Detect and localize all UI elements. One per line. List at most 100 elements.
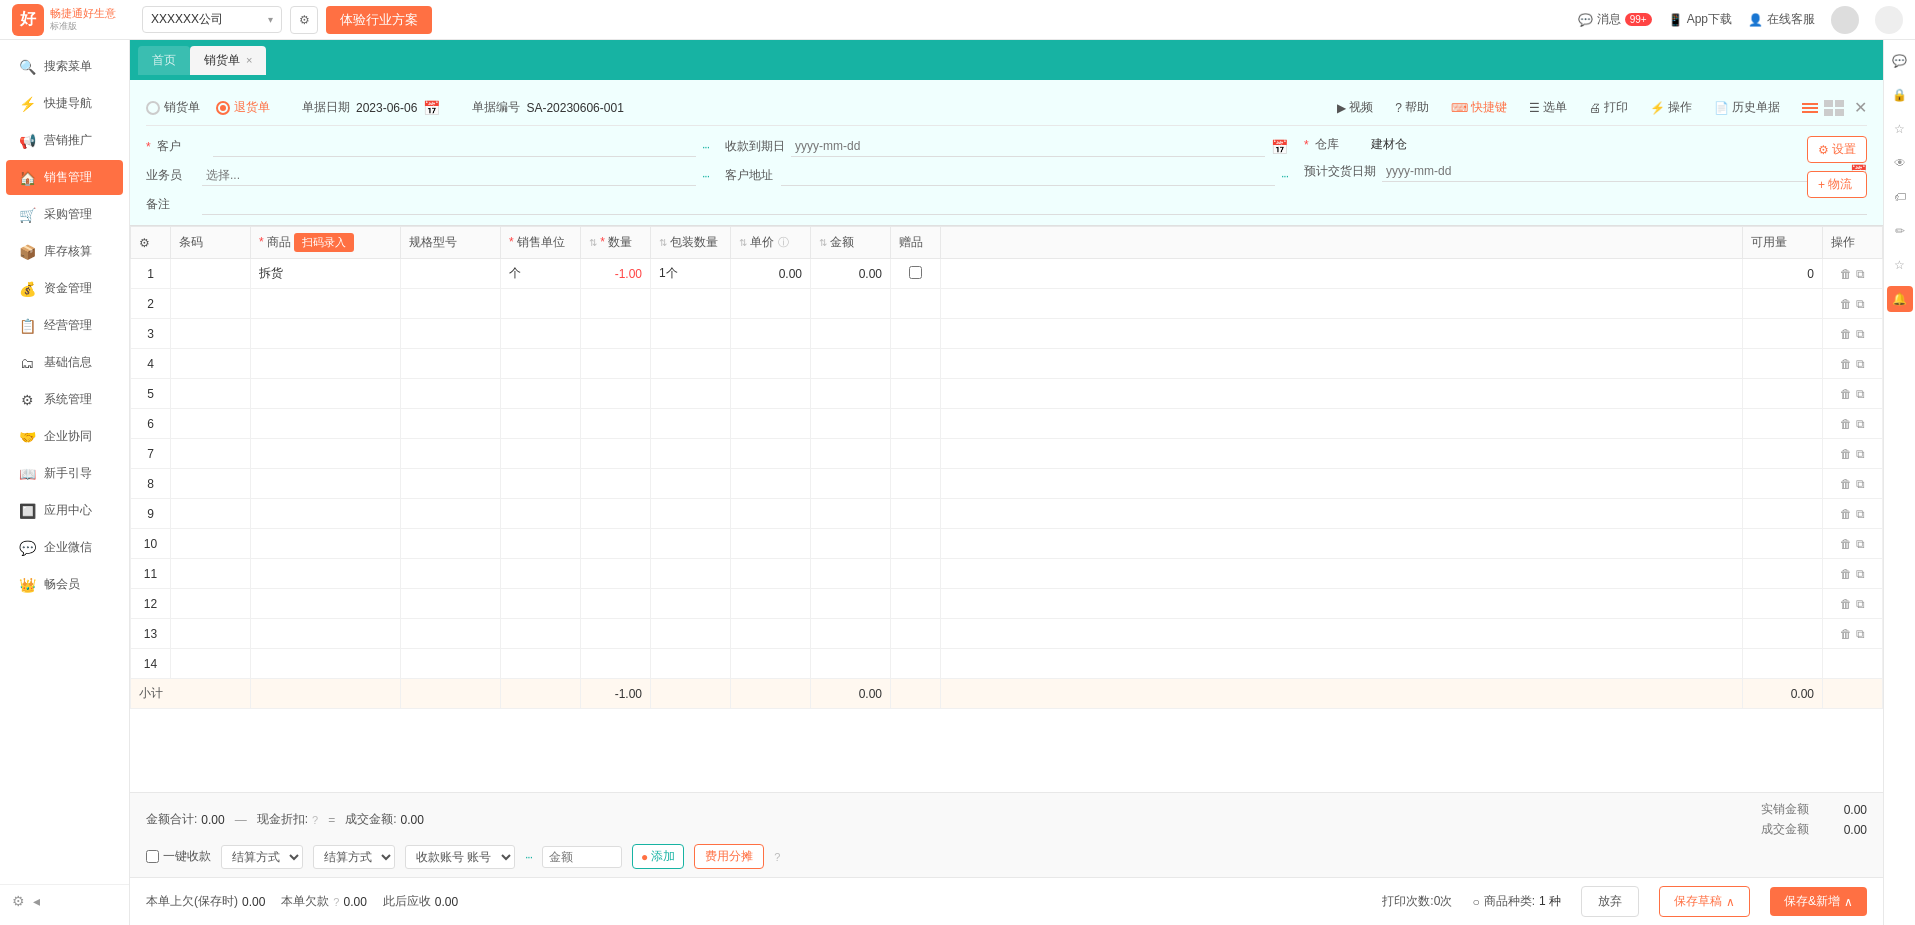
account-dots-btn[interactable]: ··· xyxy=(525,850,532,864)
row-price[interactable] xyxy=(731,319,811,349)
row-spec[interactable] xyxy=(401,289,501,319)
sidebar-item-inventory[interactable]: 📦 库存核算 xyxy=(6,234,123,269)
row-price[interactable] xyxy=(731,349,811,379)
row-unit[interactable] xyxy=(501,559,581,589)
row-price[interactable] xyxy=(731,529,811,559)
row-barcode[interactable] xyxy=(171,529,251,559)
rt-bookmark-btn[interactable]: ☆ xyxy=(1887,252,1913,278)
tab-close-icon[interactable]: × xyxy=(246,54,252,66)
total-owed-info-icon[interactable]: ? xyxy=(333,896,339,908)
delete-icon[interactable]: 🗑 xyxy=(1840,327,1852,341)
sidebar-item-system[interactable]: ⚙ 系统管理 xyxy=(6,382,123,417)
row-amount[interactable] xyxy=(811,559,891,589)
row-unit[interactable] xyxy=(501,439,581,469)
row-barcode[interactable] xyxy=(171,559,251,589)
row-price[interactable] xyxy=(731,289,811,319)
row-qty[interactable] xyxy=(581,529,651,559)
row-product[interactable] xyxy=(251,319,401,349)
delete-icon[interactable]: 🗑 xyxy=(1840,267,1852,281)
row-gift[interactable] xyxy=(891,349,941,379)
history-btn[interactable]: 📄 历史单据 xyxy=(1708,96,1786,119)
row-gift[interactable] xyxy=(891,589,941,619)
row-spec[interactable] xyxy=(401,319,501,349)
row-barcode[interactable] xyxy=(171,619,251,649)
row-barcode[interactable] xyxy=(171,469,251,499)
help-btn[interactable]: ? 帮助 xyxy=(1389,96,1435,119)
row-barcode[interactable] xyxy=(171,649,251,679)
row-qty[interactable] xyxy=(581,379,651,409)
calc-method-select[interactable]: 结算方式 xyxy=(313,845,395,869)
delete-icon[interactable]: 🗑 xyxy=(1840,357,1852,371)
row-product[interactable] xyxy=(251,589,401,619)
customer-addr-dots-btn[interactable]: ··· xyxy=(1281,169,1288,183)
sidebar-item-wechat[interactable]: 💬 企业微信 xyxy=(6,530,123,565)
row-notes[interactable] xyxy=(941,619,1743,649)
row-gift[interactable] xyxy=(891,469,941,499)
row-price[interactable] xyxy=(731,499,811,529)
trial-button[interactable]: 体验行业方案 xyxy=(326,6,432,34)
sidebar-item-sales[interactable]: 🏠 销售管理 xyxy=(6,160,123,195)
row-gift[interactable] xyxy=(891,259,941,289)
sidebar-item-guide[interactable]: 📖 新手引导 xyxy=(6,456,123,491)
row-qty[interactable] xyxy=(581,349,651,379)
copy-icon[interactable]: ⧉ xyxy=(1856,477,1865,491)
row-notes[interactable] xyxy=(941,409,1743,439)
sidebar-item-appstore[interactable]: 🔲 应用中心 xyxy=(6,493,123,528)
row-amount[interactable] xyxy=(811,589,891,619)
shortcut-btn[interactable]: ⌨ 快捷键 xyxy=(1445,96,1513,119)
discard-button[interactable]: 放弃 xyxy=(1581,886,1639,917)
th-settings[interactable]: ⚙ xyxy=(131,227,171,259)
message-button[interactable]: 💬 消息 99+ xyxy=(1578,11,1652,28)
row-amount[interactable] xyxy=(811,319,891,349)
row-pkg[interactable] xyxy=(651,649,731,679)
account-select[interactable]: 收款账号 账号 xyxy=(405,845,515,869)
row-product[interactable] xyxy=(251,649,401,679)
gift-checkbox[interactable] xyxy=(909,266,922,279)
row-price[interactable] xyxy=(731,559,811,589)
product-type-radio[interactable]: ○ xyxy=(1472,895,1479,909)
row-notes[interactable] xyxy=(941,289,1743,319)
row-unit[interactable] xyxy=(501,619,581,649)
note-input[interactable] xyxy=(202,194,1867,215)
row-pkg[interactable]: 1个 xyxy=(651,259,731,289)
radio-return[interactable]: 退货单 xyxy=(216,99,270,116)
copy-icon[interactable]: ⧉ xyxy=(1856,447,1865,461)
row-amount[interactable] xyxy=(811,529,891,559)
row-barcode[interactable] xyxy=(171,499,251,529)
row-amount[interactable] xyxy=(811,289,891,319)
row-spec[interactable] xyxy=(401,409,501,439)
row-unit[interactable] xyxy=(501,349,581,379)
price-info-icon[interactable]: ⓘ xyxy=(778,236,789,248)
row-spec[interactable] xyxy=(401,349,501,379)
row-pkg[interactable] xyxy=(651,439,731,469)
row-qty[interactable] xyxy=(581,409,651,439)
row-product[interactable] xyxy=(251,349,401,379)
settings-button[interactable]: ⚙ xyxy=(290,6,318,34)
row-unit[interactable] xyxy=(501,469,581,499)
row-barcode[interactable] xyxy=(171,409,251,439)
sidebar-item-enterprise[interactable]: 🤝 企业协同 xyxy=(6,419,123,454)
row-notes[interactable] xyxy=(941,649,1743,679)
copy-icon[interactable]: ⧉ xyxy=(1856,357,1865,371)
settings-bottom-icon[interactable]: ⚙ xyxy=(12,893,25,909)
collapse-icon[interactable]: ◂ xyxy=(33,893,40,909)
row-unit[interactable] xyxy=(501,529,581,559)
row-pkg[interactable] xyxy=(651,529,731,559)
row-product[interactable] xyxy=(251,559,401,589)
row-qty[interactable] xyxy=(581,559,651,589)
row-pkg[interactable] xyxy=(651,409,731,439)
copy-icon[interactable]: ⧉ xyxy=(1856,387,1865,401)
row-price[interactable]: 0.00 xyxy=(731,259,811,289)
row-barcode[interactable] xyxy=(171,379,251,409)
rt-comments-btn[interactable]: 💬 xyxy=(1887,48,1913,74)
payment-date-calendar-icon[interactable]: 📅 xyxy=(1271,139,1288,155)
row-gift[interactable] xyxy=(891,499,941,529)
row-pkg[interactable] xyxy=(651,349,731,379)
row-spec[interactable] xyxy=(401,529,501,559)
row-unit[interactable] xyxy=(501,379,581,409)
row-spec[interactable] xyxy=(401,649,501,679)
row-gift[interactable] xyxy=(891,559,941,589)
avatar[interactable] xyxy=(1831,6,1859,34)
row-qty[interactable] xyxy=(581,469,651,499)
row-spec[interactable] xyxy=(401,439,501,469)
